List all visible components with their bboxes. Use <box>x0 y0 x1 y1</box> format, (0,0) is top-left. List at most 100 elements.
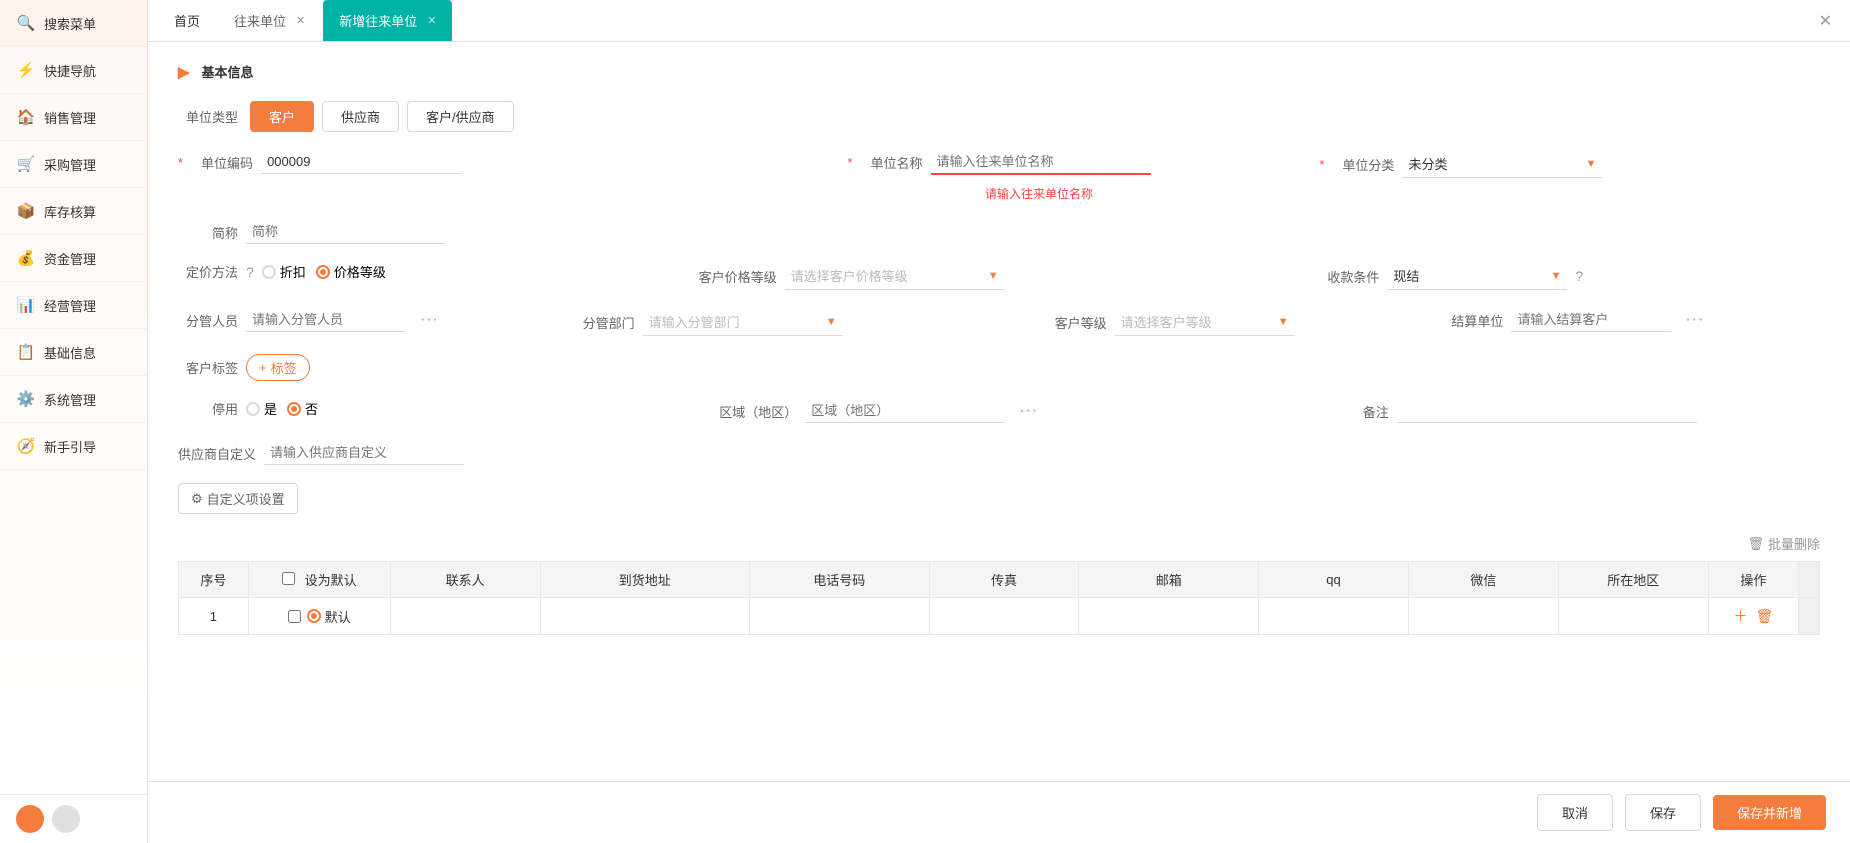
tab-new-partner-label: 新增往来单位 <box>339 11 417 30</box>
supplier-custom-input[interactable] <box>264 441 464 465</box>
settlement-label: 结算单位 <box>1443 311 1503 330</box>
operations-icon: 📊 <box>16 295 36 315</box>
custom-setting-button[interactable]: ⚙ 自定义项设置 <box>178 483 298 514</box>
sidebar-item-finance[interactable]: 💰 资金管理 <box>0 235 147 282</box>
manager-label: 分管人员 <box>178 311 238 330</box>
cell-contact[interactable] <box>390 598 540 635</box>
quick-nav-icon: ⚡ <box>16 60 36 80</box>
remark-input[interactable] <box>1397 399 1697 423</box>
wechat-input[interactable] <box>1443 609 1523 624</box>
footer: 取消 保存 保存并新增 <box>148 781 1850 843</box>
tab-new-partner-close[interactable]: ✕ <box>427 14 436 27</box>
pricing-help-icon[interactable]: ? <box>246 264 254 280</box>
region-input[interactable] <box>805 399 1005 423</box>
disabled-label: 停用 <box>178 399 238 418</box>
unit-category-select[interactable]: 未分类 ▼ <box>1402 150 1602 178</box>
dept-select[interactable]: 请输入分管部门 ▼ <box>643 308 843 336</box>
payment-field: 收款条件 现结 ▼ ? <box>1319 262 1820 290</box>
manager-ellipsis[interactable]: ··· <box>414 309 445 331</box>
payment-chevron: ▼ <box>1550 270 1561 282</box>
cell-qq[interactable] <box>1259 598 1409 635</box>
tab-partner-list[interactable]: 往来单位 ✕ <box>218 0 321 41</box>
select-all-checkbox[interactable] <box>282 572 295 585</box>
tab-partner-list-label: 往来单位 <box>234 11 286 30</box>
sidebar-item-operations[interactable]: 📊 经营管理 <box>0 282 147 329</box>
sidebar-item-basic-info[interactable]: 📋 基础信息 <box>0 329 147 376</box>
payment-select[interactable]: 现结 ▼ <box>1387 262 1567 290</box>
add-tag-icon: + <box>259 360 267 375</box>
settlement-input[interactable] <box>1511 308 1671 332</box>
type-btn-customer[interactable]: 客户 <box>250 101 314 132</box>
customer-price-label: 客户价格等级 <box>699 267 777 286</box>
type-btn-supplier[interactable]: 供应商 <box>322 101 399 132</box>
sidebar-item-label: 快捷导航 <box>44 61 96 80</box>
cell-fax[interactable] <box>929 598 1079 635</box>
radio-yes[interactable]: 是 <box>246 399 277 418</box>
table-row: 1 默认 <box>179 598 1820 635</box>
sidebar-item-quick-nav[interactable]: ⚡ 快捷导航 <box>0 47 147 94</box>
type-btn-both[interactable]: 客户/供应商 <box>407 101 514 132</box>
radio-discount[interactable]: 折扣 <box>262 262 306 281</box>
region-ellipsis[interactable]: ··· <box>1013 400 1044 422</box>
dept-field: 分管部门 请输入分管部门 ▼ <box>575 308 1027 336</box>
dept-chevron: ▼ <box>826 316 837 328</box>
tab-home[interactable]: 首页 <box>158 0 216 41</box>
sidebar-item-search[interactable]: 🔍 搜索菜单 <box>0 0 147 47</box>
sidebar-item-guide[interactable]: 🧭 新手引导 <box>0 423 147 470</box>
system-icon: ⚙️ <box>16 389 36 409</box>
tab-new-partner[interactable]: 新增往来单位 ✕ <box>323 0 452 41</box>
batch-delete-icon: 🗑 <box>1747 536 1764 552</box>
supplier-custom-row: 供应商自定义 <box>178 441 1820 465</box>
batch-delete-button[interactable]: 🗑 批量删除 <box>1747 534 1820 553</box>
qq-input[interactable] <box>1293 609 1373 624</box>
cell-seq: 1 <box>179 598 249 635</box>
unit-name-input[interactable] <box>931 150 1151 175</box>
cell-wechat[interactable] <box>1408 598 1558 635</box>
cell-address[interactable] <box>540 598 749 635</box>
col-email: 邮箱 <box>1079 562 1259 598</box>
col-seq: 序号 <box>179 562 249 598</box>
address-input[interactable] <box>585 609 705 624</box>
pricing-radio-group: 折扣 价格等级 <box>262 262 386 281</box>
cancel-button[interactable]: 取消 <box>1537 794 1613 831</box>
cell-email[interactable] <box>1079 598 1259 635</box>
sidebar-item-label: 新手引导 <box>44 437 96 456</box>
radio-no[interactable]: 否 <box>287 399 318 418</box>
cell-phone[interactable] <box>749 598 929 635</box>
window-close-button[interactable]: ✕ <box>1811 7 1840 35</box>
customer-price-select[interactable]: 请选择客户价格等级 ▼ <box>785 262 1005 290</box>
abbr-input[interactable] <box>246 220 446 244</box>
row-checkbox[interactable] <box>288 610 301 623</box>
sidebar-item-system[interactable]: ⚙️ 系统管理 <box>0 376 147 423</box>
add-tag-button[interactable]: + 标签 <box>246 354 310 381</box>
unit-code-label: 单位编码 <box>193 153 253 172</box>
scrollbar-placeholder <box>1799 562 1820 598</box>
save-button[interactable]: 保存 <box>1625 794 1701 831</box>
manager-input[interactable] <box>246 308 406 332</box>
purchase-icon: 🛒 <box>16 154 36 174</box>
payment-help-icon[interactable]: ? <box>1575 268 1583 284</box>
dept-placeholder: 请输入分管部门 <box>649 312 740 331</box>
col-address: 到货地址 <box>540 562 749 598</box>
customer-level-select[interactable]: 请选择客户等级 ▼ <box>1115 308 1295 336</box>
settlement-ellipsis[interactable]: ··· <box>1679 309 1710 331</box>
add-row-icon[interactable]: ＋ <box>1733 606 1747 626</box>
email-input[interactable] <box>1119 609 1219 624</box>
save-and-new-button[interactable]: 保存并新增 <box>1713 795 1826 830</box>
cell-region[interactable] <box>1558 598 1708 635</box>
phone-input[interactable] <box>789 609 889 624</box>
radio-price-level[interactable]: 价格等级 <box>316 262 386 281</box>
contact-input[interactable] <box>425 609 505 624</box>
col-phone: 电话号码 <box>749 562 929 598</box>
fax-input[interactable] <box>964 609 1044 624</box>
info-icon: ▶ <box>178 63 190 81</box>
sidebar: 🔍 搜索菜单 ⚡ 快捷导航 🏠 销售管理 🛒 采购管理 📦 库存核算 💰 资金管… <box>0 0 148 843</box>
unit-code-input[interactable] <box>261 150 461 174</box>
default-radio[interactable] <box>307 609 321 623</box>
sidebar-item-purchase[interactable]: 🛒 采购管理 <box>0 141 147 188</box>
region-cell-input[interactable] <box>1593 609 1673 624</box>
tab-partner-list-close[interactable]: ✕ <box>296 14 305 27</box>
sidebar-item-sales[interactable]: 🏠 销售管理 <box>0 94 147 141</box>
delete-row-icon[interactable]: 🗑 <box>1755 608 1773 625</box>
sidebar-item-inventory[interactable]: 📦 库存核算 <box>0 188 147 235</box>
